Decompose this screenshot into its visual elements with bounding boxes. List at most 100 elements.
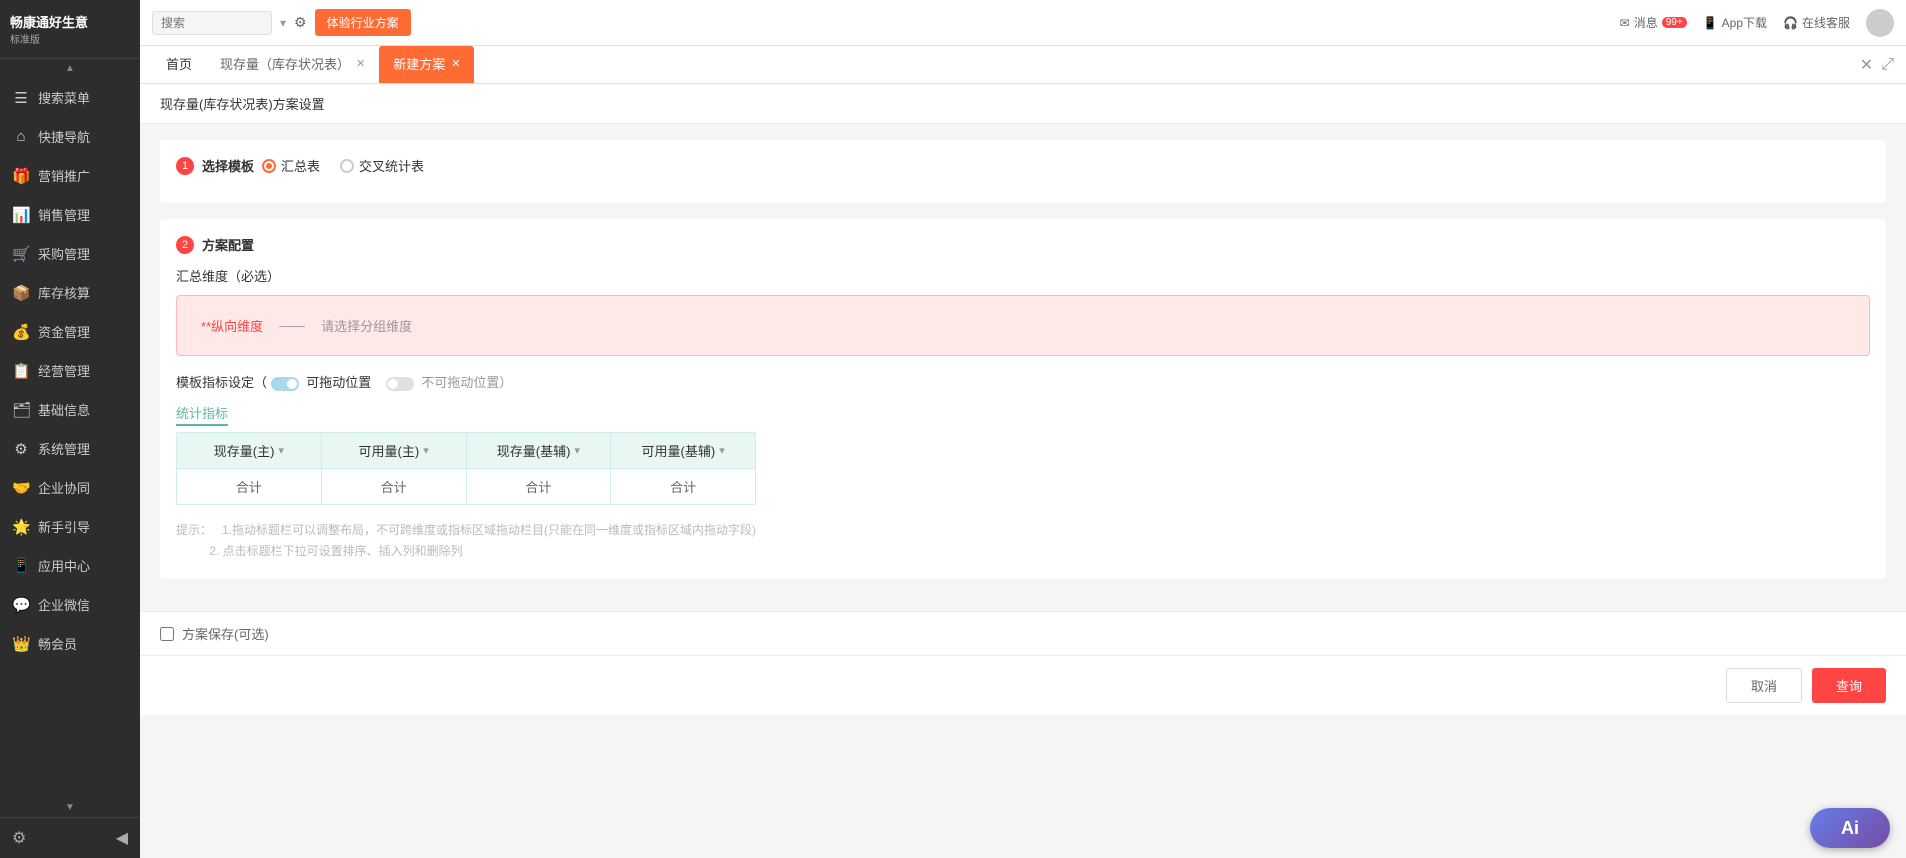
dimension-box[interactable]: **纵向维度 —— 请选择分组维度 xyxy=(176,295,1870,356)
purchase-icon: 🛒 xyxy=(12,245,30,263)
sidebar-scroll-down[interactable]: ▼ xyxy=(0,798,140,817)
radio-cross-label: 交叉统计表 xyxy=(359,156,424,175)
cancel-button[interactable]: 取消 xyxy=(1726,668,1802,703)
phone-icon: 📱 xyxy=(1703,16,1718,30)
save-label: 方案保存(可选) xyxy=(182,624,269,643)
col3-chevron-icon[interactable]: ▾ xyxy=(574,444,580,457)
tips-section: 提示： 1.拖动标题栏可以调整布局，不可跨维度或指标区域拖动栏目(只能在同一维度… xyxy=(176,521,1870,559)
template-radio-group: 汇总表 交叉统计表 xyxy=(262,156,424,175)
basic-info-icon: 🗂 xyxy=(12,401,30,419)
stats-table-body: 合计 合计 合计 合计 xyxy=(177,469,755,504)
avatar[interactable] xyxy=(1866,9,1894,37)
dimension-label: 汇总维度（必选） xyxy=(176,266,1870,285)
stats-col-4-header[interactable]: 可用量(基辅) ▾ xyxy=(611,433,755,469)
sidebar-item-system[interactable]: ⚙ 系统管理 xyxy=(0,429,140,468)
stats-col-1-header[interactable]: 现存量(主) ▾ xyxy=(177,433,321,469)
dimension-required-label: **纵向维度 xyxy=(201,316,263,335)
stats-col-2-header[interactable]: 可用量(主) ▾ xyxy=(322,433,466,469)
sidebar-item-member[interactable]: 👑 畅会员 xyxy=(0,624,140,663)
sidebar-item-label: 资金管理 xyxy=(38,322,90,341)
sidebar-item-guide[interactable]: 🌟 新手引导 xyxy=(0,507,140,546)
operations-icon: 📋 xyxy=(12,362,30,380)
tab-new-scheme[interactable]: 新建方案 ✕ xyxy=(379,46,474,83)
stats-col-4: 可用量(基辅) ▾ xyxy=(611,433,755,469)
step2-label: 方案配置 xyxy=(202,235,254,254)
sidebar-item-enterprise[interactable]: 🤝 企业协同 xyxy=(0,468,140,507)
search-chevron-icon[interactable]: ▾ xyxy=(280,16,286,30)
window-close-icon[interactable]: ✕ xyxy=(1860,55,1873,75)
sidebar-item-purchase[interactable]: 🛒 采购管理 xyxy=(0,234,140,273)
search-input[interactable] xyxy=(152,11,272,35)
online-support-item[interactable]: 🎧 在线客服 xyxy=(1783,14,1850,31)
sidebar-item-label: 营销推广 xyxy=(38,166,90,185)
non-draggable-toggle[interactable] xyxy=(386,377,414,391)
draggable-toggle[interactable] xyxy=(271,377,299,391)
sidebar-item-app-center[interactable]: 📱 应用中心 xyxy=(0,546,140,585)
headset-icon: 🎧 xyxy=(1783,16,1798,30)
settings-icon[interactable]: ⚙ xyxy=(12,828,26,848)
message-label: 消息 xyxy=(1634,14,1658,31)
tab-inventory-close[interactable]: ✕ xyxy=(356,57,365,70)
collapse-icon[interactable]: ◀ xyxy=(116,828,128,848)
stats-cell-1: 合计 xyxy=(177,469,321,504)
ai-float-button[interactable]: Ai xyxy=(1810,808,1890,848)
stats-section: 统计指标 现存量(主) ▾ xyxy=(176,403,1870,505)
stats-cell-4: 合计 xyxy=(611,469,755,504)
settings-gear-icon[interactable]: ⚙ xyxy=(294,14,307,31)
marketing-icon: 🎁 xyxy=(12,167,30,185)
stats-col-3-header[interactable]: 现存量(基辅) ▾ xyxy=(467,433,611,469)
page-title: 现存量(库存状况表)方案设置 xyxy=(140,84,1906,124)
tab-home[interactable]: 首页 xyxy=(152,46,206,83)
step1-num: 1 xyxy=(176,157,194,175)
app-download-item[interactable]: 📱 App下载 xyxy=(1703,14,1767,31)
window-maximize-icon[interactable]: ⤢ xyxy=(1881,56,1894,74)
sidebar-item-finance[interactable]: 💰 资金管理 xyxy=(0,312,140,351)
search-menu-icon: ☰ xyxy=(12,89,30,107)
wechat-icon: 💬 xyxy=(12,596,30,614)
col1-chevron-icon[interactable]: ▾ xyxy=(278,444,284,457)
radio-summary[interactable]: 汇总表 xyxy=(262,156,320,175)
trial-button[interactable]: 体验行业方案 xyxy=(315,9,411,36)
logo-title: 畅康通好生意 xyxy=(10,12,130,31)
col2-chevron-icon[interactable]: ▾ xyxy=(423,444,429,457)
col4-chevron-icon[interactable]: ▾ xyxy=(719,444,725,457)
sidebar-item-quick-nav[interactable]: ⌂ 快捷导航 xyxy=(0,117,140,156)
sidebar-item-operations[interactable]: 📋 经营管理 xyxy=(0,351,140,390)
save-checkbox[interactable] xyxy=(160,627,174,641)
radio-summary-label: 汇总表 xyxy=(281,156,320,175)
step1-header: 1 选择模板 汇总表 交叉统计表 xyxy=(176,156,1870,175)
sidebar-item-label: 采购管理 xyxy=(38,244,90,263)
tab-inventory-status[interactable]: 现存量（库存状况表） ✕ xyxy=(206,46,379,83)
sidebar-item-marketing[interactable]: 🎁 营销推广 xyxy=(0,156,140,195)
query-button[interactable]: 查询 xyxy=(1812,668,1886,703)
step2-num: 2 xyxy=(176,236,194,254)
sidebar-item-label: 销售管理 xyxy=(38,205,90,224)
inventory-icon: 📦 xyxy=(12,284,30,302)
content-area: 现存量(库存状况表)方案设置 1 选择模板 汇总表 交叉统计表 xyxy=(140,84,1906,858)
dimension-placeholder: 请选择分组维度 xyxy=(321,316,412,335)
tab-new-scheme-close[interactable]: ✕ xyxy=(451,57,460,70)
sidebar-item-basic-info[interactable]: 🗂 基础信息 xyxy=(0,390,140,429)
sidebar-item-label: 经营管理 xyxy=(38,361,90,380)
sidebar-scroll-up[interactable]: ▲ xyxy=(0,59,140,78)
sidebar-item-wechat[interactable]: 💬 企业微信 xyxy=(0,585,140,624)
stats-col-3: 现存量(基辅) ▾ xyxy=(467,433,612,469)
system-icon: ⚙ xyxy=(12,440,30,458)
app-download-label: App下载 xyxy=(1722,14,1767,31)
scroll-up-icon[interactable]: ▲ xyxy=(65,63,75,74)
message-item[interactable]: ✉ 消息 99+ xyxy=(1620,14,1687,31)
sidebar-item-label: 库存核算 xyxy=(38,283,90,302)
sidebar-item-search-menu[interactable]: ☰ 搜索菜单 xyxy=(0,78,140,117)
scroll-down-icon[interactable]: ▼ xyxy=(65,802,75,813)
tabs-window-controls: ✕ ⤢ xyxy=(1860,55,1894,75)
radio-cross[interactable]: 交叉统计表 xyxy=(340,156,424,175)
sidebar-item-sales[interactable]: 📊 销售管理 xyxy=(0,195,140,234)
quick-nav-icon: ⌂ xyxy=(12,128,30,145)
sidebar-item-inventory[interactable]: 📦 库存核算 xyxy=(0,273,140,312)
sidebar-footer: ⚙ ◀ xyxy=(0,817,140,858)
enterprise-icon: 🤝 xyxy=(12,479,30,497)
logo-sub: 标准版 xyxy=(10,31,130,46)
footer-buttons: 取消 查询 xyxy=(140,655,1906,715)
stats-col-1: 现存量(主) ▾ xyxy=(177,433,322,469)
step1-label: 选择模板 xyxy=(202,156,254,175)
